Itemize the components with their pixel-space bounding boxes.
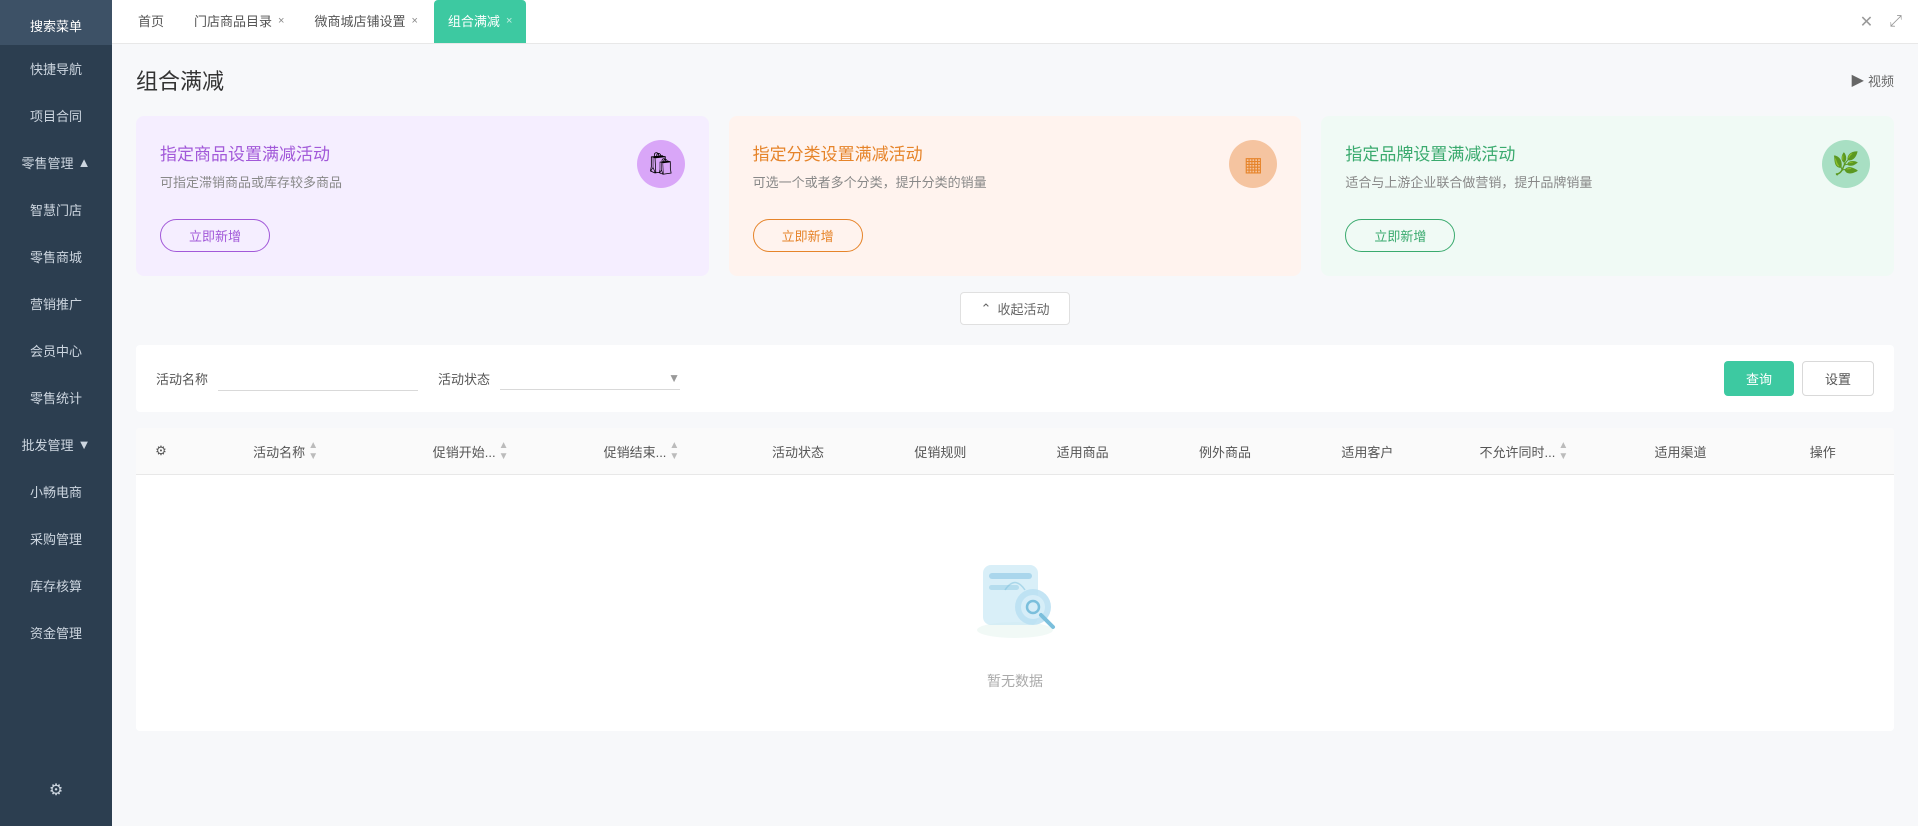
sidebar-item-marketing[interactable]: 营销推广 xyxy=(0,280,112,327)
sidebar-gear-icon[interactable]: ⚙ xyxy=(41,766,71,814)
category-card-desc: 可选一个或者多个分类，提升分类的销量 xyxy=(753,173,1278,194)
goods-card-icon: 🛍 xyxy=(637,140,685,188)
collapse-button[interactable]: ⌃ 收起活动 xyxy=(960,292,1071,325)
category-activity-card: ▦ 指定分类设置满减活动 可选一个或者多个分类，提升分类的销量 立即新增 xyxy=(729,116,1302,276)
sidebar-item-inventory[interactable]: 库存核算 xyxy=(0,562,112,609)
tab-store-catalog[interactable]: 门店商品目录 × xyxy=(180,0,298,43)
chevron-down-icon: ▼ xyxy=(78,437,91,452)
search-name-input[interactable] xyxy=(218,367,418,391)
settings-button[interactable]: 设置 xyxy=(1802,361,1874,396)
search-status-field: 活动状态 ▼ xyxy=(438,367,680,390)
chevron-up-icon: ▲ xyxy=(78,155,91,170)
sidebar-item-finance-mgmt[interactable]: 资金管理 xyxy=(0,609,112,656)
chevron-down-icon: ▼ xyxy=(668,371,680,385)
page-header: 组合满减 ▶ 视频 xyxy=(136,64,1894,96)
sidebar-item-retail-mgmt[interactable]: 零售管理 ▲ xyxy=(0,139,112,186)
th-start[interactable]: 促销开始... ▲▼ xyxy=(385,440,556,462)
brand-card-desc: 适合与上游企业联合做营销，提升品牌销量 xyxy=(1345,173,1870,194)
goods-card-title: 指定商品设置满减活动 xyxy=(160,140,685,165)
th-nodup[interactable]: 不允许同时... ▲▼ xyxy=(1439,440,1610,462)
sidebar-item-project-contract[interactable]: 项目合同 xyxy=(0,92,112,139)
sidebar-item-wholesale-mgmt[interactable]: 批发管理 ▼ xyxy=(0,421,112,468)
main-area: 首页 门店商品目录 × 微商城店铺设置 × 组合满减 × ✕ ⤢ 组合满减 ▶ … xyxy=(112,0,1918,826)
sidebar-bottom: ⚙ xyxy=(41,766,71,826)
goods-activity-card: 🛍 指定商品设置满减活动 可指定滞销商品或库存较多商品 立即新增 xyxy=(136,116,709,276)
search-menu-label: 搜索菜单 xyxy=(30,16,82,35)
th-rule: 促销规则 xyxy=(869,442,1011,461)
maximize-window-icon[interactable]: ⤢ xyxy=(1885,13,1906,31)
collapse-bar: ⌃ 收起活动 xyxy=(136,292,1894,325)
sidebar-item-search[interactable]: 搜索菜单 xyxy=(0,0,112,45)
empty-state-icon xyxy=(955,535,1075,655)
sidebar-item-smart-store[interactable]: 智慧门店 xyxy=(0,186,112,233)
tab-home[interactable]: 首页 xyxy=(124,0,178,43)
activity-cards: 🛍 指定商品设置满减活动 可指定滞销商品或库存较多商品 立即新增 ▦ 指定分类设… xyxy=(136,116,1894,276)
th-status: 活动状态 xyxy=(727,442,869,461)
table-header: ⚙ 活动名称 ▲▼ 促销开始... ▲▼ 促销结束... ▲▼ 活动状态 xyxy=(136,428,1894,475)
sidebar-item-member-center[interactable]: 会员中心 xyxy=(0,327,112,374)
tab-combo-discount[interactable]: 组合满减 × xyxy=(434,0,526,43)
category-card-title: 指定分类设置满减活动 xyxy=(753,140,1278,165)
sidebar-item-retail-stats[interactable]: 零售统计 xyxy=(0,374,112,421)
sidebar-item-quick-nav[interactable]: 快捷导航 xyxy=(0,45,112,92)
search-name-label: 活动名称 xyxy=(156,369,208,388)
sidebar-item-purchase-mgmt[interactable]: 采购管理 xyxy=(0,515,112,562)
tab-close-wechat-store[interactable]: × xyxy=(411,15,417,27)
play-circle-icon: ▶ xyxy=(1852,70,1864,90)
window-controls: ✕ ⤢ xyxy=(1856,12,1906,32)
close-window-icon[interactable]: ✕ xyxy=(1856,12,1877,32)
page-title: 组合满减 xyxy=(136,64,224,96)
brand-add-button[interactable]: 立即新增 xyxy=(1345,219,1455,252)
chevron-up-icon: ⌃ xyxy=(981,301,992,317)
empty-state-text: 暂无数据 xyxy=(987,671,1043,691)
search-name-field: 活动名称 xyxy=(156,367,418,391)
page-content: 组合满减 ▶ 视频 🛍 指定商品设置满减活动 可指定滞销商品或库存较多商品 立即… xyxy=(112,44,1918,826)
brand-card-icon: 🌿 xyxy=(1822,140,1870,188)
goods-card-desc: 可指定滞销商品或库存较多商品 xyxy=(160,173,685,194)
tab-close-combo-discount[interactable]: × xyxy=(506,15,512,27)
th-except: 例外商品 xyxy=(1154,442,1296,461)
video-link[interactable]: ▶ 视频 xyxy=(1852,70,1894,90)
data-table: ⚙ 活动名称 ▲▼ 促销开始... ▲▼ 促销结束... ▲▼ 活动状态 xyxy=(136,428,1894,731)
empty-state: 暂无数据 xyxy=(136,475,1894,731)
th-end[interactable]: 促销结束... ▲▼ xyxy=(556,440,727,462)
sidebar-item-retail-mall[interactable]: 零售商城 xyxy=(0,233,112,280)
th-goods: 适用商品 xyxy=(1012,442,1154,461)
category-add-button[interactable]: 立即新增 xyxy=(753,219,863,252)
th-gear[interactable]: ⚙ xyxy=(136,443,186,459)
search-buttons: 查询 设置 xyxy=(1724,361,1874,396)
category-card-icon: ▦ xyxy=(1229,140,1277,188)
brand-activity-card: 🌿 指定品牌设置满减活动 适合与上游企业联合做营销，提升品牌销量 立即新增 xyxy=(1321,116,1894,276)
sidebar-item-small-ecom[interactable]: 小畅电商 xyxy=(0,468,112,515)
tab-bar: 首页 门店商品目录 × 微商城店铺设置 × 组合满减 × ✕ ⤢ xyxy=(112,0,1918,44)
query-button[interactable]: 查询 xyxy=(1724,361,1794,396)
search-bar: 活动名称 活动状态 ▼ 查询 设置 xyxy=(136,345,1894,412)
sort-nodup-icon: ▲▼ xyxy=(1558,440,1568,462)
sort-start-icon: ▲▼ xyxy=(499,440,509,462)
brand-card-title: 指定品牌设置满减活动 xyxy=(1345,140,1870,165)
search-status-label: 活动状态 xyxy=(438,369,490,388)
sort-end-icon: ▲▼ xyxy=(669,440,679,462)
sort-name-icon: ▲▼ xyxy=(308,440,318,462)
goods-add-button[interactable]: 立即新增 xyxy=(160,219,270,252)
th-customer: 适用客户 xyxy=(1296,442,1438,461)
tab-close-store-catalog[interactable]: × xyxy=(278,15,284,27)
search-status-select[interactable]: ▼ xyxy=(500,367,680,390)
th-name[interactable]: 活动名称 ▲▼ xyxy=(186,440,385,462)
tab-wechat-store[interactable]: 微商城店铺设置 × xyxy=(300,0,431,43)
th-operation: 操作 xyxy=(1752,442,1894,461)
th-channel: 适用渠道 xyxy=(1609,442,1751,461)
sidebar: 搜索菜单 快捷导航 项目合同 零售管理 ▲ 智慧门店 零售商城 营销推广 会员中… xyxy=(0,0,112,826)
gear-icon: ⚙ xyxy=(155,443,167,459)
